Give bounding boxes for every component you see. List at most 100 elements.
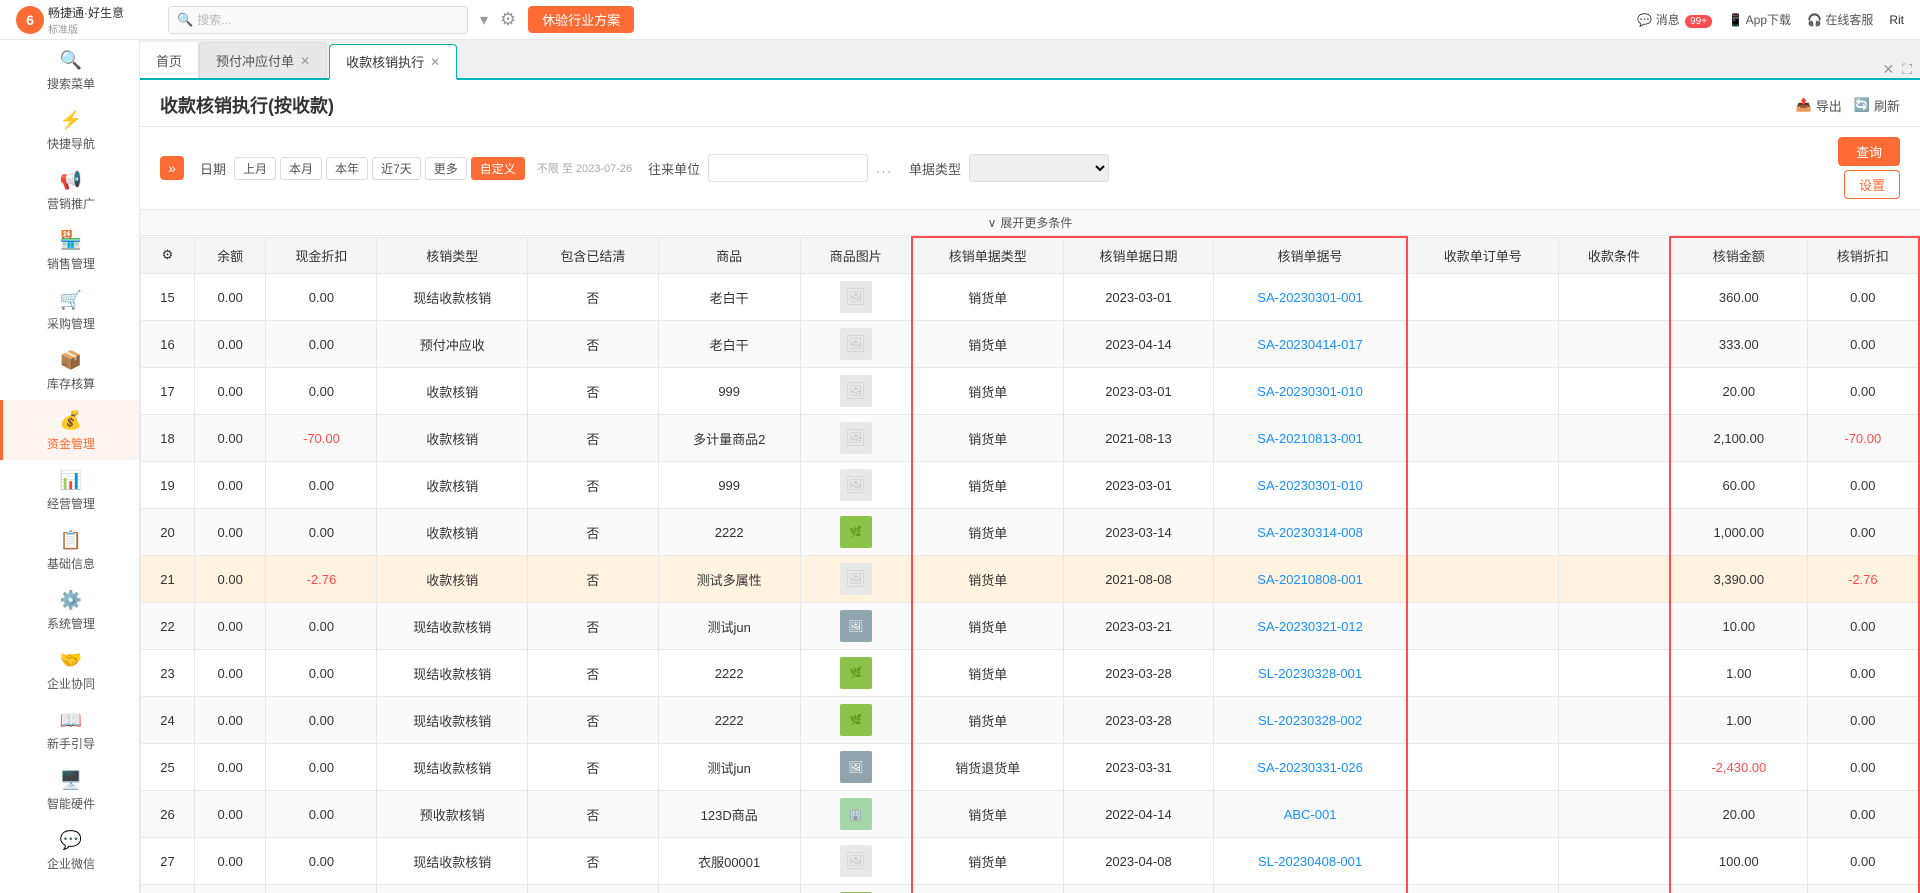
filter-expand-btn[interactable]: »	[160, 156, 184, 180]
sidebar-item-basic[interactable]: 📋 基础信息	[0, 520, 139, 580]
th-goods-image: 商品图片	[800, 237, 912, 274]
guide-icon: 📖	[60, 710, 82, 731]
th-cancel-type: 核销类型	[377, 237, 528, 274]
period-custom[interactable]: 自定义	[471, 157, 525, 180]
sidebar-item-enterprise[interactable]: 🤝 企业协同	[0, 640, 139, 700]
table-row: 18 0.00 -70.00 收款核销 否 多计量商品2 🖼 销货单 2021-…	[141, 415, 1920, 462]
cell-cancel-bill-no[interactable]: ABC-001	[1214, 791, 1407, 838]
th-cash-discount: 现金折扣	[266, 237, 377, 274]
sidebar-item-member[interactable]: V 畅会员	[0, 880, 139, 893]
cell-balance: 0.00	[194, 415, 265, 462]
bill-no-link: SA-20210808-001	[1257, 572, 1363, 587]
period-last-month[interactable]: 上月	[234, 157, 276, 180]
industry-btn[interactable]: 休验行业方案	[528, 6, 634, 33]
cell-included-cleared: 否	[528, 697, 659, 744]
cell-cancel-type: 现结收款核销	[377, 274, 528, 321]
cell-cancel-bill-no[interactable]: SA-20210813-001	[1214, 415, 1407, 462]
cell-cancel-bill-no[interactable]: SA-20230321-012	[1214, 603, 1407, 650]
online-service[interactable]: 🎧 在线客服	[1807, 11, 1873, 28]
period-more[interactable]: 更多	[425, 157, 467, 180]
from-unit-input[interactable]	[708, 154, 868, 182]
cell-cash-discount: -2.76	[266, 556, 377, 603]
cell-balance: 0.00	[194, 650, 265, 697]
sidebar-item-wechat[interactable]: 💬 企业微信	[0, 820, 139, 880]
sidebar-item-search[interactable]: 🔍 搜索菜单	[0, 40, 139, 100]
top-search[interactable]: 🔍 搜索...	[168, 6, 468, 34]
expand-more-bar[interactable]: ∨ 展开更多条件	[140, 210, 1920, 236]
sidebar-item-hardware[interactable]: 🖥️ 智能硬件	[0, 760, 139, 820]
settings-icon[interactable]: ⚙	[500, 9, 516, 30]
cell-cancel-bill-no[interactable]: SL-20230418-001	[1214, 885, 1407, 893]
tab-home[interactable]: 首页	[140, 42, 199, 78]
th-settings[interactable]: ⚙	[141, 237, 195, 274]
table-row: 20 0.00 0.00 收款核销 否 2222 🌿 销货单 2023-03-1…	[141, 509, 1920, 556]
sidebar-item-guide[interactable]: 📖 新手引导	[0, 700, 139, 760]
dropdown-icon[interactable]: ▾	[480, 10, 488, 30]
message-area[interactable]: 💬 消息 99+	[1637, 11, 1712, 28]
sidebar-item-marketing[interactable]: 📢 营销推广	[0, 160, 139, 220]
cell-included-cleared: 否	[528, 791, 659, 838]
maximize-icon[interactable]: ⛶	[1902, 61, 1912, 78]
cell-cancel-bill-no[interactable]: SA-20230301-010	[1214, 368, 1407, 415]
sidebar-item-finance[interactable]: 💰 资金管理	[0, 400, 139, 460]
cell-included-cleared: 否	[528, 603, 659, 650]
sales-icon: 🏪	[60, 230, 82, 251]
cell-cancel-bill-no[interactable]: SL-20230408-001	[1214, 838, 1407, 885]
sidebar-item-purchase[interactable]: 🛒 采购管理	[0, 280, 139, 340]
cell-collection-order-no	[1407, 885, 1558, 893]
cell-goods: 测试jun	[658, 744, 800, 791]
table-row: 16 0.00 0.00 预付冲应收 否 老白干 🖼 销货单 2023-04-1…	[141, 321, 1920, 368]
enterprise-icon: 🤝	[60, 650, 82, 671]
inventory-icon: 📦	[60, 350, 82, 371]
cell-cancel-amount: 360.00	[1670, 274, 1807, 321]
table-container[interactable]: ⚙ 余额 现金折扣 核销类型 包含已结清 商品 商品图片 核销单据类型 核销单据…	[140, 236, 1920, 893]
logo-sub: 标准版	[48, 21, 124, 36]
cell-goods: 123D商品	[658, 791, 800, 838]
user-name[interactable]: Rit	[1889, 13, 1904, 27]
cell-cash-discount: 0.00	[266, 885, 377, 893]
cell-cancel-bill-no[interactable]: SA-20230414-017	[1214, 321, 1407, 368]
cell-goods-image: 🖼	[800, 462, 912, 509]
sidebar-item-inventory[interactable]: 📦 库存核算	[0, 340, 139, 400]
cell-cancel-bill-no[interactable]: SA-20210808-001	[1214, 556, 1407, 603]
app-download[interactable]: 📱 App下载	[1728, 11, 1791, 28]
sidebar-item-quick[interactable]: ⚡ 快捷导航	[0, 100, 139, 160]
date-label: 日期	[200, 159, 226, 178]
cell-cancel-bill-no[interactable]: SA-20230301-010	[1214, 462, 1407, 509]
export-btn[interactable]: 📤 导出	[1796, 96, 1842, 115]
cell-balance: 0.00	[194, 509, 265, 556]
cell-cancel-bill-no[interactable]: SL-20230328-001	[1214, 650, 1407, 697]
bill-no-link: SA-20230314-008	[1257, 525, 1363, 540]
tab-collection[interactable]: 收款核销执行 ✕	[329, 44, 457, 80]
prepay-tab-close[interactable]: ✕	[300, 54, 310, 68]
cell-no: 23	[141, 650, 195, 697]
collection-tab-close[interactable]: ✕	[430, 55, 440, 69]
search-icon: 🔍	[177, 12, 193, 28]
refresh-btn[interactable]: 🔄 刷新	[1854, 96, 1900, 115]
bill-type-select[interactable]	[969, 154, 1109, 182]
cell-cancel-bill-no[interactable]: SA-20230301-001	[1214, 274, 1407, 321]
cell-collection-condition	[1558, 744, 1670, 791]
cell-cancel-bill-no[interactable]: SA-20230331-026	[1214, 744, 1407, 791]
cell-cash-discount: -70.00	[266, 415, 377, 462]
period-7days[interactable]: 近7天	[372, 157, 421, 180]
table-row: 19 0.00 0.00 收款核销 否 999 🖼 销货单 2023-03-01…	[141, 462, 1920, 509]
expand-more-icon: ∨	[988, 216, 997, 230]
th-cancel-bill-date: 核销单据日期	[1063, 237, 1214, 274]
cell-cancel-type: 预收款核销	[377, 791, 528, 838]
close-all-icon[interactable]: ✕	[1882, 61, 1894, 78]
cell-cancel-bill-no[interactable]: SL-20230328-002	[1214, 697, 1407, 744]
prepay-tab-label: 预付冲应付单	[216, 51, 294, 70]
period-this-month[interactable]: 本月	[280, 157, 322, 180]
query-btn[interactable]: 查询	[1838, 137, 1900, 166]
setting-btn[interactable]: 设置	[1844, 170, 1900, 199]
cell-cancel-bill-date: 2023-03-01	[1063, 274, 1214, 321]
cell-cancel-bill-no[interactable]: SA-20230314-008	[1214, 509, 1407, 556]
tab-prepay[interactable]: 预付冲应付单 ✕	[199, 42, 327, 78]
sidebar-item-sales[interactable]: 🏪 销售管理	[0, 220, 139, 280]
cell-balance: 0.00	[194, 603, 265, 650]
period-this-year[interactable]: 本年	[326, 157, 368, 180]
cell-no: 28	[141, 885, 195, 893]
sidebar-item-system[interactable]: ⚙️ 系统管理	[0, 580, 139, 640]
sidebar-item-operation[interactable]: 📊 经营管理	[0, 460, 139, 520]
